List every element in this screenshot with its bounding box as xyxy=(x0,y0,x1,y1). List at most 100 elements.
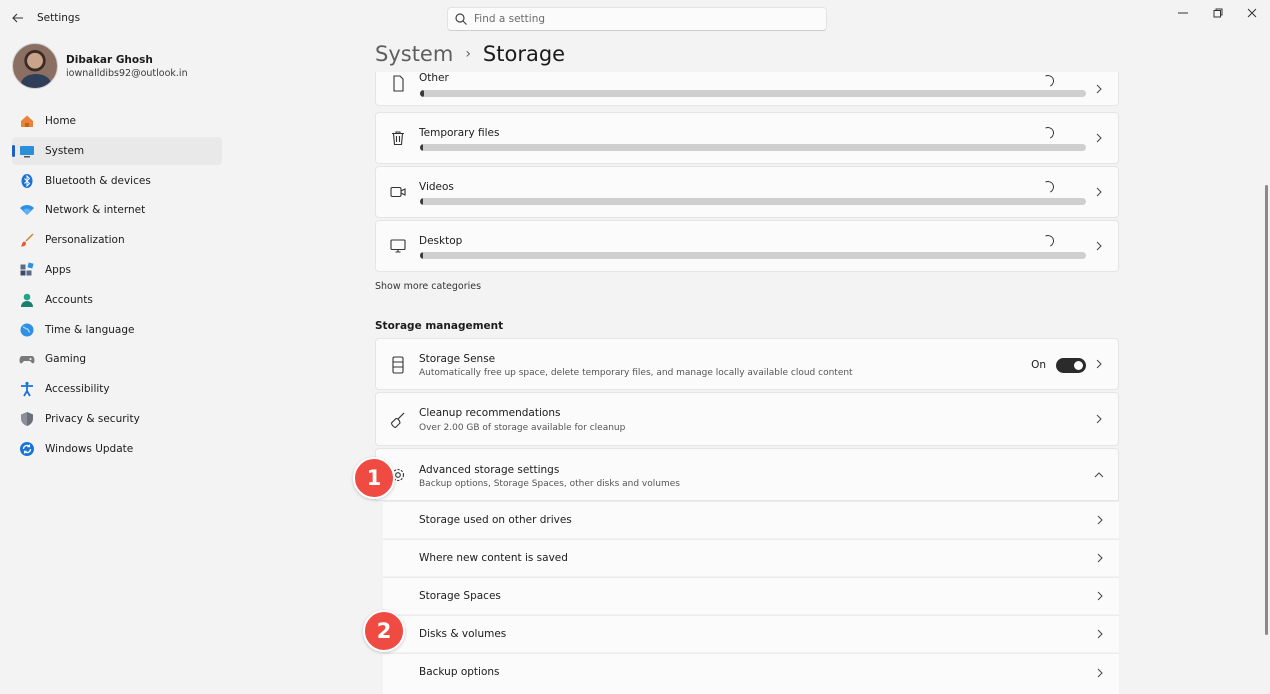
category-label: Videos xyxy=(419,181,454,193)
back-button[interactable] xyxy=(8,8,28,28)
accessibility-icon xyxy=(19,381,35,397)
apps-icon xyxy=(19,262,35,278)
restore-icon xyxy=(1213,8,1223,18)
sidebar-item-label: Network & internet xyxy=(45,204,146,217)
minimize-icon xyxy=(1178,12,1188,14)
loading-spinner xyxy=(1040,233,1056,249)
sidebar-item-label: Accessibility xyxy=(45,383,110,396)
chevron-right-icon xyxy=(1095,668,1105,678)
breadcrumb-parent[interactable]: System xyxy=(375,42,453,66)
network-icon xyxy=(19,202,35,218)
advanced-item-label: Storage Spaces xyxy=(419,590,501,602)
sidebar-item-apps[interactable]: Apps xyxy=(12,256,222,284)
accounts-icon xyxy=(19,292,35,308)
search-input[interactable] xyxy=(474,13,794,25)
sidebar-item-system[interactable]: System xyxy=(12,136,222,165)
scrollbar[interactable] xyxy=(1265,185,1268,635)
advanced-item-disks-volumes[interactable]: Disks & volumes xyxy=(383,615,1119,652)
advanced-item-label: Backup options xyxy=(419,666,500,678)
advanced-item-new-content-saved[interactable]: Where new content is saved xyxy=(383,539,1119,576)
minimize-button[interactable] xyxy=(1166,4,1200,22)
search-icon xyxy=(455,13,467,25)
storage-drive-icon xyxy=(389,356,407,374)
usage-bar xyxy=(420,144,1086,151)
bluetooth-icon xyxy=(19,173,35,189)
usage-bar-fill xyxy=(420,198,424,205)
sidebar-item-label: Bluetooth & devices xyxy=(45,174,151,187)
sidebar-item-time-language[interactable]: Time & language xyxy=(12,316,222,344)
close-icon xyxy=(1247,8,1257,18)
sidebar-item-personalization[interactable]: Personalization xyxy=(12,226,222,254)
breadcrumb-separator: › xyxy=(465,46,471,62)
setting-title: Advanced storage settings xyxy=(419,464,560,476)
sidebar-item-bluetooth[interactable]: Bluetooth & devices xyxy=(12,167,222,195)
breadcrumb: System › Storage xyxy=(375,42,565,66)
category-desktop[interactable]: Desktop xyxy=(375,220,1119,272)
category-label: Other xyxy=(419,72,449,84)
sidebar-item-label: Time & language xyxy=(45,323,135,336)
user-profile[interactable]: Dibakar Ghosh iownalldibs92@outlook.in xyxy=(12,42,188,90)
advanced-item-backup-options[interactable]: Backup options xyxy=(383,653,1119,694)
sidebar-nav: Home System Bluetooth & devices Network … xyxy=(12,107,222,465)
advanced-storage-settings-row[interactable]: Advanced storage settings Backup options… xyxy=(375,448,1119,501)
chevron-right-icon xyxy=(1095,629,1105,639)
sidebar-item-label: Accounts xyxy=(45,293,93,306)
update-icon xyxy=(19,441,35,457)
toggle-state-label: On xyxy=(1031,359,1046,371)
sidebar-item-windows-update[interactable]: Windows Update xyxy=(12,435,222,463)
setting-subtitle: Over 2.00 GB of storage available for cl… xyxy=(419,423,626,433)
advanced-item-label: Disks & volumes xyxy=(419,628,507,640)
sidebar-item-label: Home xyxy=(45,115,77,127)
step-marker-1: 1 xyxy=(353,457,395,499)
broom-icon xyxy=(389,411,407,429)
chevron-right-icon xyxy=(1094,133,1104,143)
advanced-item-storage-other-drives[interactable]: Storage used on other drives xyxy=(383,501,1119,538)
category-other[interactable]: Other xyxy=(375,72,1119,106)
restore-button[interactable] xyxy=(1201,4,1235,22)
file-icon xyxy=(389,75,407,93)
step-marker-2: 2 xyxy=(363,610,405,652)
chevron-right-icon xyxy=(1094,84,1104,94)
sidebar-item-privacy-security[interactable]: Privacy & security xyxy=(12,405,222,433)
sidebar-item-home[interactable]: Home xyxy=(12,107,222,135)
chevron-right-icon xyxy=(1095,553,1105,563)
sidebar-item-label: System xyxy=(45,144,85,157)
globe-icon xyxy=(19,322,35,338)
page-title: Storage xyxy=(482,42,566,66)
chevron-right-icon xyxy=(1094,241,1104,251)
chevron-right-icon xyxy=(1094,414,1104,424)
search-box[interactable] xyxy=(447,7,827,31)
loading-spinner xyxy=(1040,125,1056,141)
chevron-right-icon xyxy=(1094,359,1104,369)
sidebar-item-label: Privacy & security xyxy=(45,412,140,425)
close-button[interactable] xyxy=(1235,4,1269,22)
setting-subtitle: Backup options, Storage Spaces, other di… xyxy=(419,479,680,489)
user-email: iownalldibs92@outlook.in xyxy=(66,67,188,79)
chevron-up-icon xyxy=(1094,470,1104,480)
storage-sense-row[interactable]: Storage Sense Automatically free up spac… xyxy=(375,338,1119,390)
usage-bar-fill xyxy=(420,252,424,259)
sidebar-item-label: Windows Update xyxy=(45,442,134,455)
usage-bar-fill xyxy=(420,144,424,151)
sidebar-item-network[interactable]: Network & internet xyxy=(12,196,222,224)
sidebar-item-label: Gaming xyxy=(45,353,87,366)
cleanup-recommendations-row[interactable]: Cleanup recommendations Over 2.00 GB of … xyxy=(375,392,1119,446)
advanced-item-storage-spaces[interactable]: Storage Spaces xyxy=(383,577,1119,614)
advanced-item-label: Storage used on other drives xyxy=(419,514,572,526)
setting-subtitle: Automatically free up space, delete temp… xyxy=(419,368,853,378)
video-icon xyxy=(389,183,407,201)
user-name: Dibakar Ghosh xyxy=(66,53,153,66)
sidebar-item-gaming[interactable]: Gaming xyxy=(12,345,222,373)
category-temporary-files[interactable]: Temporary files xyxy=(375,112,1119,164)
loading-spinner xyxy=(1040,73,1056,89)
advanced-item-label: Where new content is saved xyxy=(419,552,568,564)
show-more-categories-link[interactable]: Show more categories xyxy=(375,281,481,292)
setting-title: Storage Sense xyxy=(419,353,496,365)
shield-icon xyxy=(19,411,35,427)
sidebar-item-accounts[interactable]: Accounts xyxy=(12,286,222,314)
sidebar-item-accessibility[interactable]: Accessibility xyxy=(12,375,222,403)
storage-management-heading: Storage management xyxy=(375,320,504,332)
chevron-right-icon xyxy=(1094,187,1104,197)
category-videos[interactable]: Videos xyxy=(375,166,1119,218)
storage-sense-toggle[interactable] xyxy=(1056,358,1086,373)
